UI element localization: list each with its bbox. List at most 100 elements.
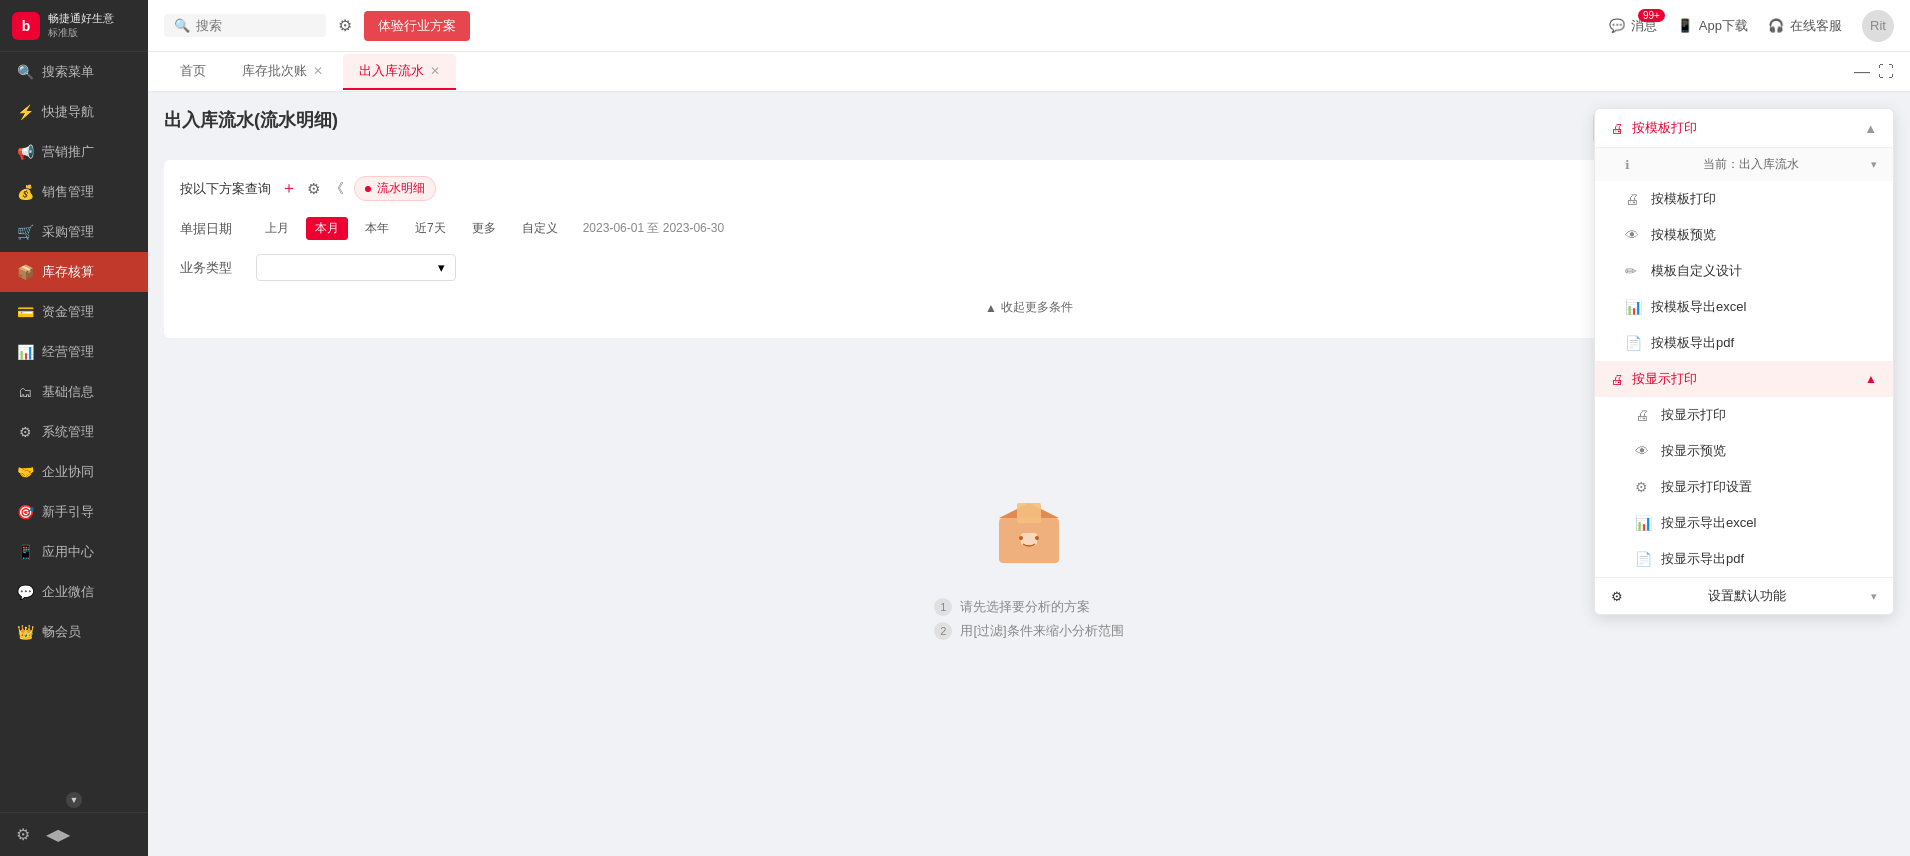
sidebar-scroll-indicator: ▼ <box>0 788 148 812</box>
tip-item-2: 2 用[过滤]条件来缩小分析范围 <box>934 622 1123 640</box>
sidebar-item-corp[interactable]: 🤝 企业协同 <box>0 452 148 492</box>
tab-maximize-icon[interactable]: ⛶ <box>1878 63 1894 81</box>
dropdown-item-display-excel[interactable]: 📊 按显示导出excel <box>1595 505 1893 541</box>
item-label-display-settings: 按显示打印设置 <box>1661 478 1752 496</box>
header-gear-icon[interactable]: ⚙ <box>338 16 352 35</box>
collapse-toggle-icon[interactable]: ◀▶ <box>46 825 70 844</box>
date-btn-7days[interactable]: 近7天 <box>406 217 455 240</box>
dropdown-footer[interactable]: ⚙ 设置默认功能 ▾ <box>1595 577 1893 614</box>
tab-batch-account[interactable]: 库存批次账 ✕ <box>226 54 339 90</box>
settings-icon[interactable]: ⚙ <box>16 825 30 844</box>
print-icon-2: 🖨 <box>1635 407 1651 423</box>
wechat-icon: 💬 <box>16 583 34 601</box>
dropdown-item-template-preview[interactable]: 👁 按模板预览 <box>1595 217 1893 253</box>
sidebar-item-wechat[interactable]: 💬 企业微信 <box>0 572 148 612</box>
main-area: 🔍 ⚙ 体验行业方案 💬 消息 99+ 📱 App下载 🎧 在线客服 Rit <box>148 0 1910 856</box>
tab-batch-account-close[interactable]: ✕ <box>313 65 323 77</box>
filter-collapse-icon[interactable]: 《 <box>330 180 344 198</box>
chevron-up-dropdown[interactable]: ▲ <box>1864 121 1877 136</box>
date-shortcuts: 上月 本月 本年 近7天 更多 自定义 <box>256 217 567 240</box>
preview-icon-2: 👁 <box>1635 443 1651 459</box>
sidebar-item-base[interactable]: 🗂 基础信息 <box>0 372 148 412</box>
sidebar-bottom: ⚙ ◀▶ <box>0 812 148 856</box>
footer-label: 设置默认功能 <box>1708 587 1786 605</box>
item-label-template-pdf: 按模板导出pdf <box>1651 334 1734 352</box>
dropdown-item-display-pdf[interactable]: 📄 按显示导出pdf <box>1595 541 1893 577</box>
date-btn-this-month[interactable]: 本月 <box>306 217 348 240</box>
filter-add-btn[interactable]: ＋ <box>281 178 297 199</box>
tab-flow-close[interactable]: ✕ <box>430 65 440 77</box>
chevron-down-icon-2: ▾ <box>438 260 445 275</box>
date-btn-more[interactable]: 更多 <box>463 217 505 240</box>
sidebar-label-base: 基础信息 <box>42 383 94 401</box>
pdf-icon: 📄 <box>1625 335 1641 351</box>
filter-setting-icon[interactable]: ⚙ <box>307 180 320 198</box>
sidebar-item-sales[interactable]: 💰 销售管理 <box>0 172 148 212</box>
filter-title: 按以下方案查询 <box>180 180 271 198</box>
sidebar-label-sales: 销售管理 <box>42 183 94 201</box>
sidebar-item-quick-nav[interactable]: ⚡ 快捷导航 <box>0 92 148 132</box>
header-right: 💬 消息 99+ 📱 App下载 🎧 在线客服 Rit <box>1609 10 1894 42</box>
dropdown-item-display-preview[interactable]: 👁 按显示预览 <box>1595 433 1893 469</box>
scroll-down-btn[interactable]: ▼ <box>66 792 82 808</box>
sidebar-logo: b 畅捷通好生意 标准版 <box>0 0 148 52</box>
date-btn-last-month[interactable]: 上月 <box>256 217 298 240</box>
excel-icon-2: 📊 <box>1635 515 1651 531</box>
search-input[interactable] <box>196 18 316 33</box>
sidebar-item-app-center[interactable]: 📱 应用中心 <box>0 532 148 572</box>
operations-icon: 📊 <box>16 343 34 361</box>
dropdown-item-template-print[interactable]: 🖨 按模板打印 <box>1595 181 1893 217</box>
industry-btn[interactable]: 体验行业方案 <box>364 11 470 41</box>
printer-section-icon: 🖨 <box>1611 372 1624 387</box>
sidebar-label-purchase: 采购管理 <box>42 223 94 241</box>
member-icon: 👑 <box>16 623 34 641</box>
tab-flow[interactable]: 出入库流水 ✕ <box>343 54 456 90</box>
dropdown-section-display[interactable]: 🖨 按显示打印 ▲ <box>1595 361 1893 397</box>
item-label-template-custom: 模板自定义设计 <box>1651 262 1742 280</box>
date-btn-custom[interactable]: 自定义 <box>513 217 567 240</box>
filter-chip-detail[interactable]: 流水明细 <box>354 176 436 201</box>
sidebar-item-inventory[interactable]: 📦 库存核算 <box>0 252 148 292</box>
svg-point-5 <box>1035 536 1039 540</box>
sidebar: b 畅捷通好生意 标准版 🔍 搜索菜单 ⚡ 快捷导航 📢 营销推广 💰 销售管理… <box>0 0 148 856</box>
sidebar-label-system: 系统管理 <box>42 423 94 441</box>
header-search-box[interactable]: 🔍 <box>164 14 326 37</box>
message-action[interactable]: 💬 消息 99+ <box>1609 17 1657 35</box>
message-badge: 99+ <box>1638 9 1665 22</box>
sidebar-item-purchase[interactable]: 🛒 采购管理 <box>0 212 148 252</box>
excel-icon: 📊 <box>1625 299 1641 315</box>
tab-flow-label: 出入库流水 <box>359 62 424 80</box>
design-icon: ✏ <box>1625 263 1641 279</box>
logo-icon: b <box>12 12 40 40</box>
tab-home[interactable]: 首页 <box>164 54 222 90</box>
dropdown-item-template-pdf[interactable]: 📄 按模板导出pdf <box>1595 325 1893 361</box>
date-range-text: 2023-06-01 至 2023-06-30 <box>583 220 724 237</box>
sidebar-item-member[interactable]: 👑 畅会员 <box>0 612 148 652</box>
date-btn-this-year[interactable]: 本年 <box>356 217 398 240</box>
section-display-left: 🖨 按显示打印 <box>1611 370 1697 388</box>
chevron-down-current: ▾ <box>1871 158 1877 171</box>
sidebar-label-search: 搜索菜单 <box>42 63 94 81</box>
tab-minimize-icon[interactable]: — <box>1854 63 1870 81</box>
user-avatar[interactable]: Rit <box>1862 10 1894 42</box>
tip-text-1: 请先选择要分析的方案 <box>960 598 1090 616</box>
sidebar-label-member: 畅会员 <box>42 623 81 641</box>
dropdown-item-template-custom[interactable]: ✏ 模板自定义设计 <box>1595 253 1893 289</box>
sidebar-item-system[interactable]: ⚙ 系统管理 <box>0 412 148 452</box>
dropdown-item-display-settings[interactable]: ⚙ 按显示打印设置 <box>1595 469 1893 505</box>
sidebar-item-finance[interactable]: 💳 资金管理 <box>0 292 148 332</box>
search-icon: 🔍 <box>16 63 34 81</box>
sidebar-item-operations[interactable]: 📊 经营管理 <box>0 332 148 372</box>
dropdown-item-template-excel[interactable]: 📊 按模板导出excel <box>1595 289 1893 325</box>
svg-rect-3 <box>1021 533 1037 545</box>
dropdown-item-display-print[interactable]: 🖨 按显示打印 <box>1595 397 1893 433</box>
sidebar-item-marketing[interactable]: 📢 营销推广 <box>0 132 148 172</box>
business-type-select[interactable]: ▾ <box>256 254 456 281</box>
app-download-action[interactable]: 📱 App下载 <box>1677 17 1748 35</box>
online-service-action[interactable]: 🎧 在线客服 <box>1768 17 1842 35</box>
user-name: Rit <box>1870 18 1886 33</box>
sidebar-item-guide[interactable]: 🎯 新手引导 <box>0 492 148 532</box>
sidebar-item-search[interactable]: 🔍 搜索菜单 <box>0 52 148 92</box>
inventory-icon: 📦 <box>16 263 34 281</box>
svg-rect-2 <box>1017 503 1041 523</box>
